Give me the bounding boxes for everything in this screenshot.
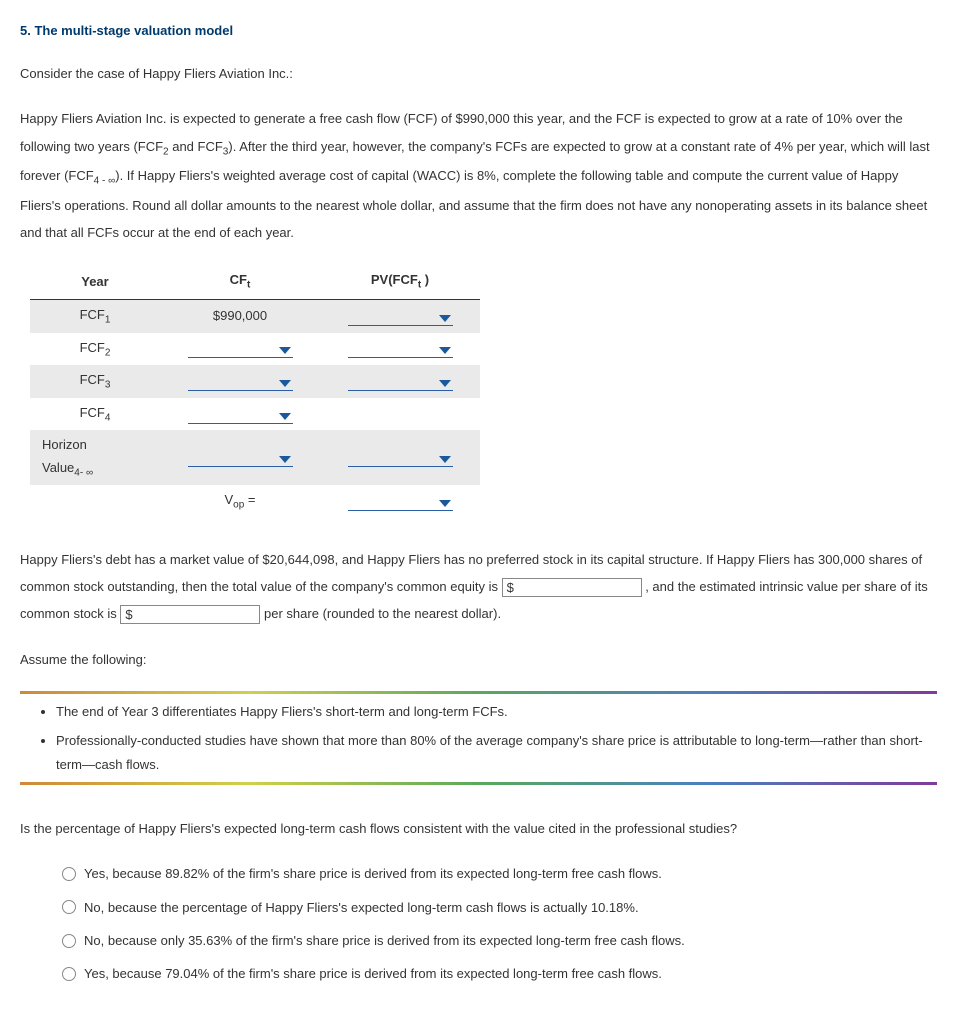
intro-paragraph: Happy Fliers Aviation Inc. is expected t… xyxy=(20,105,937,246)
vop-dropdown[interactable] xyxy=(348,493,453,511)
sub-4inf: 4 - ∞ xyxy=(94,176,116,187)
row4-cf-dropdown[interactable] xyxy=(188,406,293,424)
assume-label: Assume the following: xyxy=(20,646,937,673)
r2-sub: 2 xyxy=(105,347,111,358)
option-1[interactable]: Yes, because 89.82% of the firm's share … xyxy=(62,860,937,887)
r1-sub: 1 xyxy=(105,315,111,326)
vop-eq: = xyxy=(244,492,255,507)
option-3[interactable]: No, because only 35.63% of the firm's sh… xyxy=(62,927,937,954)
r4-sub: 4 xyxy=(105,412,111,423)
radio-icon[interactable] xyxy=(62,867,76,881)
row3-year: FCF3 xyxy=(30,365,160,398)
radio-icon[interactable] xyxy=(62,967,76,981)
r2-year-text: FCF xyxy=(80,340,105,355)
intrinsic-value-input[interactable]: $ xyxy=(120,605,260,624)
row1-pv-dropdown[interactable] xyxy=(348,308,453,326)
option-3-label: No, because only 35.63% of the firm's sh… xyxy=(84,927,685,954)
bullet-2: Professionally-conducted studies have sh… xyxy=(56,729,937,776)
divider-top xyxy=(20,691,937,694)
row2-cf-dropdown[interactable] xyxy=(188,340,293,358)
equity-paragraph: Happy Fliers's debt has a market value o… xyxy=(20,546,937,628)
option-1-label: Yes, because 89.82% of the firm's share … xyxy=(84,860,662,887)
row5-year: Horizon Value4- ∞ xyxy=(30,430,160,485)
option-4-label: Yes, because 79.04% of the firm's share … xyxy=(84,960,662,987)
p2-text-c: per share (rounded to the nearest dollar… xyxy=(260,606,501,621)
th-cf-text: CF xyxy=(230,272,247,287)
vop-label: Vop = xyxy=(160,485,320,518)
row1-year: FCF1 xyxy=(30,300,160,333)
vop-text: V xyxy=(224,492,233,507)
r5-sub: 4- ∞ xyxy=(74,467,93,478)
option-2[interactable]: No, because the percentage of Happy Flie… xyxy=(62,894,937,921)
row5-cf-dropdown[interactable] xyxy=(188,449,293,467)
bullet-1: The end of Year 3 differentiates Happy F… xyxy=(56,700,937,723)
th-pv-text: PV(FCF xyxy=(371,272,418,287)
row4-year: FCF4 xyxy=(30,398,160,431)
radio-icon[interactable] xyxy=(62,934,76,948)
section-heading: 5. The multi-stage valuation model xyxy=(20,20,937,42)
vop-sub: op xyxy=(233,500,244,511)
th-pv: PV(FCFt ) xyxy=(320,264,480,299)
th-cf-sub: t xyxy=(247,280,250,291)
r1-year-text: FCF xyxy=(80,307,105,322)
divider-bottom xyxy=(20,782,937,785)
row3-pv-dropdown[interactable] xyxy=(348,373,453,391)
row1-cf: $990,000 xyxy=(160,300,320,333)
assume-block: The end of Year 3 differentiates Happy F… xyxy=(20,691,937,785)
r4-year-text: FCF xyxy=(80,405,105,420)
r3-sub: 3 xyxy=(105,380,111,391)
th-year: Year xyxy=(30,264,160,299)
row2-pv-dropdown[interactable] xyxy=(348,340,453,358)
row2-year: FCF2 xyxy=(30,333,160,366)
common-equity-input[interactable]: $ xyxy=(502,578,642,597)
row3-cf-dropdown[interactable] xyxy=(188,373,293,391)
th-pv-close: ) xyxy=(421,272,429,287)
fcf-table: Year CFt PV(FCFt ) FCF1 $990,000 FCF2 FC… xyxy=(30,264,480,517)
intro-text-b: and FCF xyxy=(169,139,223,154)
r3-year-text: FCF xyxy=(80,372,105,387)
radio-icon[interactable] xyxy=(62,900,76,914)
option-2-label: No, because the percentage of Happy Flie… xyxy=(84,894,639,921)
assumption-list: The end of Year 3 differentiates Happy F… xyxy=(32,700,937,776)
intro-text-d: ). If Happy Fliers's weighted average co… xyxy=(20,168,927,240)
intro-line-1: Consider the case of Happy Fliers Aviati… xyxy=(20,60,937,87)
option-4[interactable]: Yes, because 79.04% of the firm's share … xyxy=(62,960,937,987)
row5-pv-dropdown[interactable] xyxy=(348,449,453,467)
th-cf: CFt xyxy=(160,264,320,299)
question-text: Is the percentage of Happy Fliers's expe… xyxy=(20,815,937,842)
